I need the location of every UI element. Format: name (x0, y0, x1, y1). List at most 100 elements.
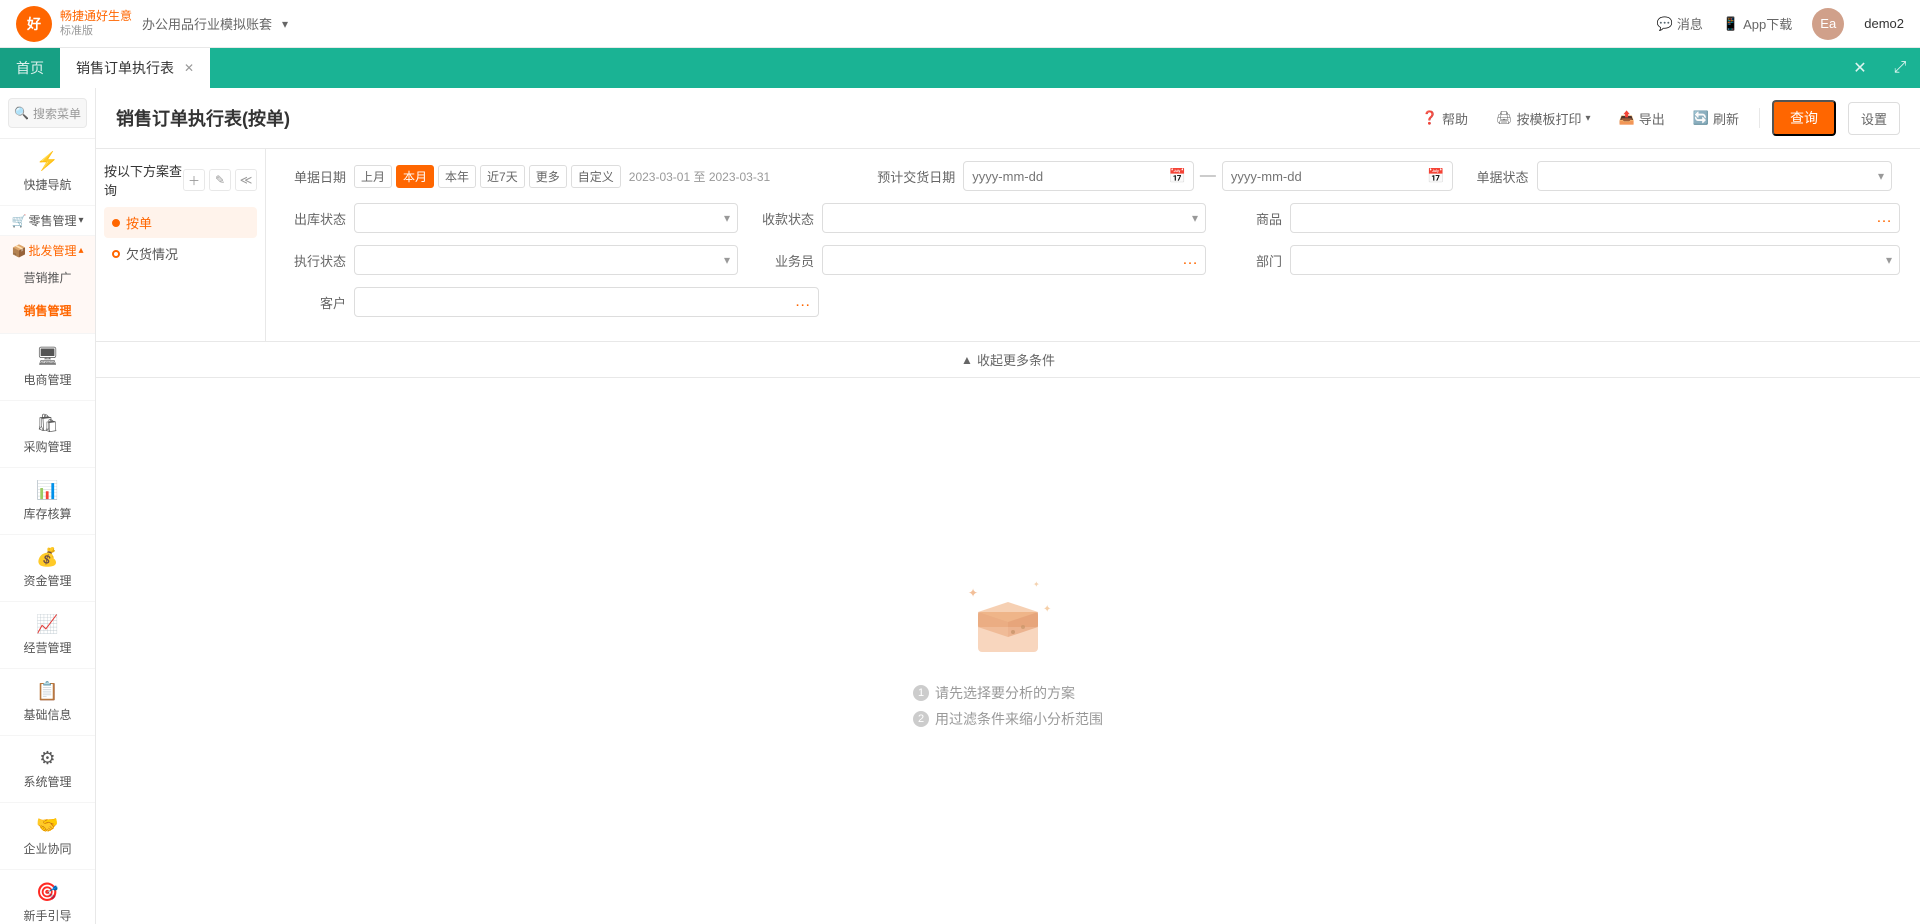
order-status-select-wrapper (1537, 161, 1892, 191)
goods-field: 商品 … (1222, 203, 1900, 233)
sidebar-item-marketing[interactable]: 营销推广 (8, 261, 87, 294)
custom-btn[interactable]: 自定义 (571, 165, 621, 188)
filter-row-1: 单据日期 上月 本月 本年 近7天 更多 自定义 2023-03-01 至 20… (286, 161, 1900, 191)
exec-status-select[interactable] (354, 245, 738, 275)
filter-form: 单据日期 上月 本月 本年 近7天 更多 自定义 2023-03-01 至 20… (266, 149, 1920, 341)
app-download-action[interactable]: 📱 App下载 (1723, 14, 1792, 33)
system-mgmt-icon: ⚙ (39, 748, 55, 769)
page-header: 销售订单执行表(按单) ❓ 帮助 🖨 按模板打印 ▾ 📤 导出 🔄 刷新 (96, 88, 1920, 149)
customer-more-button[interactable]: … (795, 294, 811, 310)
sidebar-item-finance-mgmt[interactable]: 💰 资金管理 (0, 535, 95, 602)
maximize-window-button[interactable]: ⤢ (1880, 48, 1920, 88)
customer-label: 客户 (286, 293, 346, 312)
empty-hint-1: 1 请先选择要分析的方案 (913, 683, 1103, 703)
tab-sales-order-exec[interactable]: 销售订单执行表 ✕ (60, 48, 210, 88)
sidebar-item-ops-mgmt[interactable]: 📈 经营管理 (0, 602, 95, 669)
sidebar-item-enterprise-collab[interactable]: 🤝 企业协同 (0, 803, 95, 870)
tab-close-button[interactable]: ✕ (184, 61, 194, 75)
svg-text:✦: ✦ (1033, 580, 1040, 589)
collection-status-field: 收款状态 (754, 203, 1206, 233)
prev-month-btn[interactable]: 上月 (354, 165, 392, 188)
salesperson-input[interactable] (822, 245, 1206, 275)
search-icon: 🔍 (14, 106, 29, 120)
department-select-wrapper (1290, 245, 1900, 275)
settings-button[interactable]: 设置 (1848, 102, 1900, 135)
out-warehouse-status-select-wrapper (354, 203, 738, 233)
sidebar-item-new-guide[interactable]: 🎯 新手引导 (0, 870, 95, 924)
sidebar-item-system-mgmt[interactable]: ⚙ 系统管理 (0, 736, 95, 803)
sidebar-item-sales-mgmt[interactable]: 销售管理 (8, 294, 87, 327)
out-warehouse-status-field: 出库状态 (286, 203, 738, 233)
template-print-dropdown-icon: ▾ (1586, 113, 1591, 124)
app-download-icon: 📱 (1723, 16, 1739, 32)
expected-delivery-date-range: 📅 — 📅 (963, 161, 1452, 191)
template-print-button[interactable]: 🖨 按模板打印 ▾ (1488, 105, 1599, 132)
sidebar-item-purchase-mgmt[interactable]: 🛍 采购管理 (0, 401, 95, 468)
inventory-icon: 📊 (36, 480, 58, 501)
salesperson-label: 业务员 (754, 251, 814, 270)
out-warehouse-status-label: 出库状态 (286, 209, 346, 228)
collapse-bar[interactable]: ▲ 收起更多条件 (96, 342, 1920, 378)
topbar-page-title: 办公用品行业模拟账套 (142, 14, 272, 33)
help-button[interactable]: ❓ 帮助 (1414, 105, 1476, 132)
department-select[interactable] (1290, 245, 1900, 275)
sidebar-item-quick-nav[interactable]: ⚡ 快捷导航 (0, 139, 95, 206)
salesperson-more-button[interactable]: … (1182, 252, 1198, 268)
curr-year-btn[interactable]: 本年 (438, 165, 476, 188)
topbar-dropdown-arrow[interactable]: ▾ (282, 17, 288, 31)
page-header-actions: ❓ 帮助 🖨 按模板打印 ▾ 📤 导出 🔄 刷新 查 (1414, 100, 1900, 136)
order-status-label: 单据状态 (1469, 167, 1529, 186)
sidebar-item-inventory[interactable]: 📊 库存核算 (0, 468, 95, 535)
export-icon: 📤 (1619, 110, 1635, 126)
sidebar-search-button[interactable]: 🔍 搜索菜单 (8, 98, 87, 128)
expected-delivery-date-label: 预计交货日期 (877, 167, 955, 186)
logo-area: 好 畅捷通好生意 标准版 (16, 6, 132, 42)
edit-plan-button[interactable]: ✎ (209, 169, 231, 191)
add-plan-button[interactable]: ＋ (183, 169, 205, 191)
sidebar-item-ecommerce-mgmt[interactable]: 🖥 电商管理 (0, 334, 95, 401)
collapse-more-button[interactable]: ▲ 收起更多条件 (961, 350, 1055, 369)
customer-input[interactable] (354, 287, 819, 317)
date-range-dash: — (1200, 167, 1216, 185)
tab-window-actions: ✕ ⤢ (1840, 48, 1920, 88)
export-button[interactable]: 📤 导出 (1611, 105, 1673, 132)
expected-delivery-from-input[interactable] (963, 161, 1194, 191)
last-7-days-btn[interactable]: 近7天 (480, 165, 525, 188)
exec-status-field: 执行状态 (286, 245, 738, 275)
collapse-sidebar-button[interactable]: ≪ (235, 169, 257, 191)
page-title: 销售订单执行表(按单) (116, 105, 290, 131)
filter-sidebar-title: 按以下方案查询 ＋ ✎ ≪ (104, 161, 257, 199)
sidebar-item-wholesale-mgmt[interactable]: 📦 批发管理 ▴ 营销推广 销售管理 (0, 236, 95, 334)
exec-status-select-wrapper (354, 245, 738, 275)
empty-state: ✦ ✦ ✦ 1 请先选择要分析的方案 2 用过滤条件来 (913, 567, 1103, 735)
sidebar-item-retail-mgmt[interactable]: 🛒 零售管理 ▾ (0, 206, 95, 236)
tab-home[interactable]: 首页 (0, 48, 60, 88)
out-warehouse-status-select[interactable] (354, 203, 738, 233)
collection-status-select[interactable] (822, 203, 1206, 233)
filter-row-3: 执行状态 业务员 … (286, 245, 1900, 275)
order-status-select[interactable] (1537, 161, 1892, 191)
exec-status-label: 执行状态 (286, 251, 346, 270)
basic-info-icon: 📋 (36, 681, 58, 702)
sidebar-item-basic-info[interactable]: 📋 基础信息 (0, 669, 95, 736)
close-window-button[interactable]: ✕ (1840, 48, 1880, 88)
message-action[interactable]: 💬 消息 (1657, 14, 1703, 33)
filter-nav-by-order[interactable]: 按单 (104, 207, 257, 238)
retail-mgmt-icon: 🛒 (12, 214, 27, 228)
user-name[interactable]: demo2 (1864, 16, 1904, 31)
order-date-field: 单据日期 上月 本月 本年 近7天 更多 自定义 2023-03-01 至 20… (286, 165, 861, 188)
refresh-button[interactable]: 🔄 刷新 (1685, 105, 1747, 132)
expected-delivery-to-input[interactable] (1222, 161, 1453, 191)
svg-text:✦: ✦ (968, 586, 978, 600)
goods-input[interactable] (1290, 203, 1900, 233)
goods-more-button[interactable]: … (1876, 210, 1892, 226)
topbar-right: 💬 消息 📱 App下载 Ea demo2 (1657, 8, 1904, 40)
more-btn[interactable]: 更多 (529, 165, 567, 188)
date-range-text: 2023-03-01 至 2023-03-31 (629, 168, 770, 185)
filter-nav-owed-goods[interactable]: 欠货情况 (104, 238, 257, 269)
topbar: 好 畅捷通好生意 标准版 办公用品行业模拟账套 ▾ 💬 消息 📱 App下载 E… (0, 0, 1920, 48)
query-button[interactable]: 查询 (1772, 100, 1836, 136)
filter-sidebar: 按以下方案查询 ＋ ✎ ≪ 按单 欠货情况 (96, 149, 266, 341)
curr-month-btn[interactable]: 本月 (396, 165, 434, 188)
order-date-label: 单据日期 (286, 167, 346, 186)
